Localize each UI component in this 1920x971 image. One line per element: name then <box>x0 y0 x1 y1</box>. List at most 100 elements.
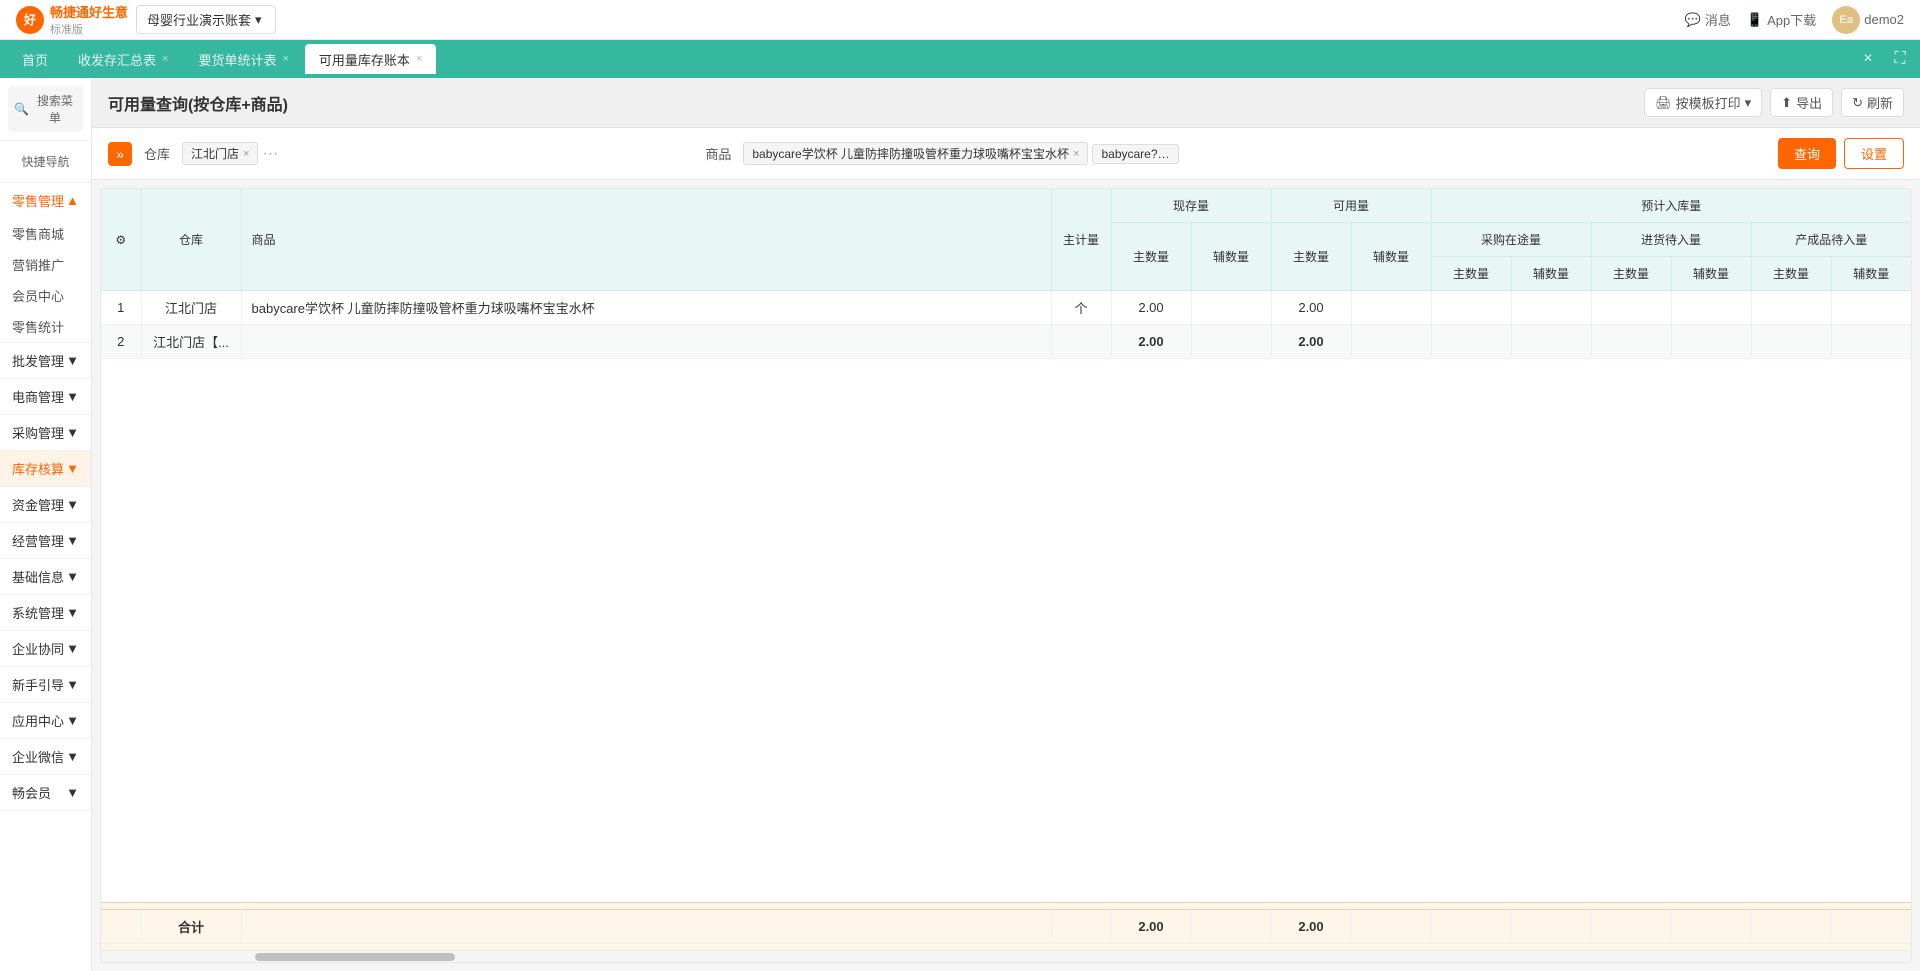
cell-warehouse: 江北门店 <box>141 291 241 325</box>
sidebar-group-wxwork-label: 企业微信 <box>12 747 64 766</box>
sidebar-group-finance-header[interactable]: 资金管理 ▼ <box>0 487 91 522</box>
sidebar-item-retail-stats[interactable]: 零售统计 <box>0 311 91 342</box>
tab-available-stock-label: 可用量库存账本 <box>319 50 410 69</box>
sidebar-item-retail-stats-label: 零售统计 <box>12 317 64 336</box>
sidebar-group-enterprise-header[interactable]: 企业协同 ▼ <box>0 631 91 666</box>
sidebar-group-purchase-label: 采购管理 <box>12 423 64 442</box>
tab-expand-btn[interactable]: ⛶ <box>1888 47 1912 71</box>
sidebar-item-retail-mall[interactable]: 零售商城 <box>0 218 91 249</box>
cell-purchase-main <box>1431 291 1511 325</box>
logo-sub-text: 标准版 <box>50 21 128 37</box>
logo-area: 好 畅捷通好生意 标准版 <box>16 2 128 37</box>
tab-receive-summary[interactable]: 收发存汇总表 × <box>64 44 182 74</box>
sidebar-group-ecommerce: 电商管理 ▼ <box>0 379 91 415</box>
sidebar-quick-nav: 快捷导航 <box>0 141 91 183</box>
sidebar-group-wxwork-header[interactable]: 企业微信 ▼ <box>0 739 91 774</box>
print-template-btn[interactable]: 🖨 按模板打印 ▾ <box>1644 88 1762 117</box>
th-current-aux: 辅数量 <box>1191 223 1271 291</box>
subtotal-warehouse: 江北门店【... <box>141 325 241 359</box>
sidebar-group-operation-header[interactable]: 经营管理 ▼ <box>0 523 91 558</box>
app-download-label: App下载 <box>1767 10 1816 29</box>
sidebar-group-newguide: 新手引导 ▼ <box>0 667 91 703</box>
settings-btn[interactable]: 设置 <box>1844 138 1904 169</box>
product-tag-label2: babycare?… <box>1101 147 1169 161</box>
filter-expand-btn[interactable]: » <box>108 142 132 166</box>
tab-receive-summary-close[interactable]: × <box>162 53 168 65</box>
th-main-unit: 主计量 <box>1051 189 1111 291</box>
total-label: 合计 <box>141 910 241 944</box>
sidebar-item-marketing-label: 营销推广 <box>12 255 64 274</box>
chevron-down-icon9: ▼ <box>66 605 79 620</box>
nav-tabs-actions: × ⛶ <box>1856 47 1912 71</box>
scroll-thumb[interactable] <box>255 953 455 961</box>
tab-close-all-btn[interactable]: × <box>1856 47 1880 71</box>
filter-bar: » 仓库 江北门店 × ··· 商品 babycare学饮杯 儿童防摔防撞吸管杯… <box>92 128 1920 180</box>
message-btn[interactable]: 💬 消息 <box>1685 10 1731 29</box>
tab-home[interactable]: 首页 <box>8 44 62 74</box>
sidebar-group-wholesale-header[interactable]: 批发管理 ▼ <box>0 343 91 378</box>
chevron-down-icon2: ▼ <box>66 353 79 368</box>
product-tag-babycare2: babycare?… <box>1092 144 1178 164</box>
warehouse-tag-close[interactable]: × <box>243 148 249 160</box>
sidebar-group-retail-label: 零售管理 <box>12 191 64 210</box>
user-area[interactable]: Ea demo2 <box>1832 6 1904 34</box>
total-no <box>101 910 141 944</box>
top-bar: 好 畅捷通好生意 标准版 母婴行业演示账套 ▾ 💬 消息 📱 App下载 Ea … <box>0 0 1920 40</box>
sidebar-group-member2: 畅会员 ▼ <box>0 775 91 811</box>
subtotal-no: 2 <box>101 325 141 359</box>
sidebar-group-finance: 资金管理 ▼ <box>0 487 91 523</box>
tab-available-stock[interactable]: 可用量库存账本 × <box>305 44 436 74</box>
tab-available-stock-close[interactable]: × <box>416 53 422 65</box>
print-label: 按模板打印 <box>1676 93 1741 112</box>
sidebar-group-inventory-header[interactable]: 库存核算 ▼ <box>0 451 91 486</box>
chevron-down-icon4: ▼ <box>66 425 79 440</box>
th-gear[interactable]: ⚙ <box>101 189 141 291</box>
sidebar-group-basic-label: 基础信息 <box>12 567 64 586</box>
sidebar-group-appcenter-header[interactable]: 应用中心 ▼ <box>0 703 91 738</box>
sidebar-group-system-header[interactable]: 系统管理 ▼ <box>0 595 91 630</box>
quick-nav-link[interactable]: 快捷导航 <box>8 149 83 174</box>
query-btn[interactable]: 查询 <box>1778 138 1836 169</box>
page-header: 可用量查询(按仓库+商品) 🖨 按模板打印 ▾ ⬆ 导出 ↻ 刷新 <box>92 78 1920 128</box>
warehouse-dots[interactable]: ··· <box>262 145 278 163</box>
warehouse-tag-label: 江北门店 <box>191 145 239 162</box>
tab-order-stats-close[interactable]: × <box>282 53 288 65</box>
total-table: 合计 2.00 2.00 <box>101 909 1911 944</box>
total-purchase-main <box>1431 910 1511 944</box>
industry-selector[interactable]: 母婴行业演示账套 ▾ <box>136 5 276 34</box>
sidebar-group-ecommerce-header[interactable]: 电商管理 ▼ <box>0 379 91 414</box>
sidebar-item-marketing[interactable]: 营销推广 <box>0 249 91 280</box>
table-scrollbar[interactable] <box>101 950 1911 962</box>
logo-main-text: 畅捷通好生意 <box>50 2 128 21</box>
refresh-btn[interactable]: ↻ 刷新 <box>1841 88 1904 117</box>
app-download-btn[interactable]: 📱 App下载 <box>1747 10 1816 29</box>
sidebar-search-btn[interactable]: 🔍 搜索菜单 <box>8 86 83 132</box>
refresh-icon: ↻ <box>1852 95 1863 111</box>
sidebar-group-retail-header[interactable]: 零售管理 ▲ <box>0 183 91 218</box>
th-product-aux: 辅数量 <box>1831 257 1911 291</box>
sidebar-group-purchase-header[interactable]: 采购管理 ▼ <box>0 415 91 450</box>
product-tag-label: babycare学饮杯 儿童防摔防撞吸管杯重力球吸嘴杯宝宝水杯 <box>752 145 1069 162</box>
username-label: demo2 <box>1864 12 1904 27</box>
chevron-down-icon13: ▼ <box>66 749 79 764</box>
export-btn[interactable]: ⬆ 导出 <box>1770 88 1833 117</box>
sidebar-item-member[interactable]: 会员中心 <box>0 280 91 311</box>
cell-product: babycare学饮杯 儿童防摔防撞吸管杯重力球吸嘴杯宝宝水杯 <box>241 291 1051 325</box>
nav-tabs: 首页 收发存汇总表 × 要货单统计表 × 可用量库存账本 × × ⛶ <box>0 40 1920 78</box>
sidebar-group-member2-header[interactable]: 畅会员 ▼ <box>0 775 91 810</box>
main-layout: 🔍 搜索菜单 快捷导航 零售管理 ▲ 零售商城 营销推广 会员中心 零售统计 批… <box>0 78 1920 971</box>
sidebar-group-basic-header[interactable]: 基础信息 ▼ <box>0 559 91 594</box>
th-available-group: 可用量 <box>1271 189 1431 223</box>
settings-btn-label: 设置 <box>1861 147 1887 162</box>
th-product-main: 主数量 <box>1751 257 1831 291</box>
product-tag-close[interactable]: × <box>1073 148 1079 160</box>
th-product: 商品 <box>241 189 1051 291</box>
tab-order-stats[interactable]: 要货单统计表 × <box>184 44 302 74</box>
sidebar-search-area: 🔍 搜索菜单 <box>0 78 91 141</box>
th-available-main: 主数量 <box>1271 223 1351 291</box>
sidebar-group-appcenter-label: 应用中心 <box>12 711 64 730</box>
top-bar-right: 💬 消息 📱 App下载 Ea demo2 <box>1685 6 1904 34</box>
cell-available-main: 2.00 <box>1271 291 1351 325</box>
table-row: 1 江北门店 babycare学饮杯 儿童防摔防撞吸管杯重力球吸嘴杯宝宝水杯 个… <box>101 291 1911 325</box>
sidebar-group-newguide-header[interactable]: 新手引导 ▼ <box>0 667 91 702</box>
